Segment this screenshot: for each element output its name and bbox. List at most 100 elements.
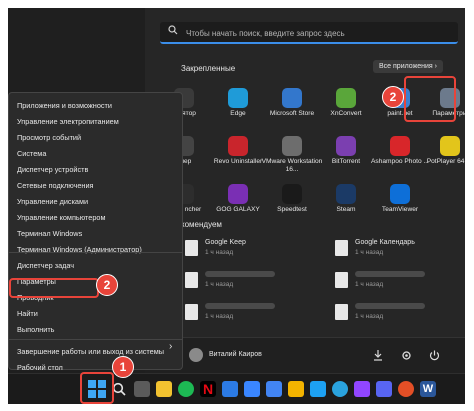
pinned-app[interactable]: Microsoft Store	[261, 88, 323, 118]
recommended-item[interactable]: 1 ч назад	[185, 270, 325, 296]
onedrive-icon[interactable]	[222, 381, 238, 397]
pinned-app-label: Speedtest	[277, 206, 307, 213]
todo-icon[interactable]	[244, 381, 260, 397]
menu-divider	[9, 339, 182, 340]
pinned-app[interactable]: Revo Uninstaller	[207, 136, 269, 166]
pinned-app-label: XnConvert	[330, 110, 362, 117]
document-icon	[185, 240, 198, 256]
pinned-title: Закрепленные	[181, 64, 236, 73]
vmware-icon	[282, 136, 302, 156]
pinned-app[interactable]: Edge	[207, 88, 269, 118]
twitter-icon[interactable]	[310, 381, 326, 397]
pinned-app-label: Steam	[336, 206, 356, 213]
recommended-item[interactable]: 1 ч назад	[335, 302, 465, 328]
power-menu-item[interactable]: Терминал Windows	[15, 227, 179, 241]
power-menu-item[interactable]: Терминал Windows (Администратор)	[15, 243, 179, 257]
power-menu-item[interactable]: Сетевые подключения	[15, 179, 179, 193]
start-button-highlight	[80, 372, 114, 404]
gear-icon[interactable]	[401, 350, 412, 361]
task-view-icon[interactable]	[134, 381, 150, 397]
desktop-screen: Закрепленные Все приложения › куляторEdg…	[8, 8, 465, 404]
power-menu-item[interactable]: Управление компьютером	[15, 211, 179, 225]
submenu-arrow-icon: ›	[169, 341, 173, 352]
spotify-icon[interactable]	[178, 381, 194, 397]
chrome-icon[interactable]	[266, 381, 282, 397]
blurred-file-name	[205, 271, 275, 277]
recommended-item-time: 1 ч назад	[355, 249, 384, 256]
xnconvert-icon	[336, 88, 356, 108]
recommended-item[interactable]: 1 ч назад	[335, 270, 465, 296]
recommended-item[interactable]: 1 ч назад	[185, 302, 325, 328]
step-badge-1: 1	[112, 356, 134, 378]
user-avatar[interactable]	[189, 348, 203, 362]
start-menu: Закрепленные Все приложения › куляторEdg…	[145, 8, 465, 374]
netflix-icon[interactable]: N	[200, 381, 216, 397]
keep-icon[interactable]	[288, 381, 304, 397]
power-menu-item[interactable]: Приложения и возможности	[15, 99, 179, 113]
power-menu-item[interactable]: Диспетчер задач	[15, 259, 179, 273]
search-box[interactable]	[160, 22, 458, 44]
blurred-file-name	[355, 303, 425, 309]
pinned-app[interactable]: XnConvert	[315, 88, 377, 118]
speedtest-icon	[282, 184, 302, 204]
telegram-icon[interactable]	[332, 381, 348, 397]
edge-icon	[228, 88, 248, 108]
teamviewer-icon	[390, 184, 410, 204]
power-menu-item[interactable]: Управление дисками	[15, 195, 179, 209]
pinned-app[interactable]: BitTorrent	[315, 136, 377, 166]
pinned-app[interactable]: PotPlayer 64 bit	[419, 136, 465, 166]
taskbar: N W	[8, 373, 465, 404]
app-icon[interactable]	[376, 381, 392, 397]
pinned-app-label: BitTorrent	[331, 158, 361, 165]
bittorrent-icon	[336, 136, 356, 156]
document-icon	[185, 304, 198, 320]
power-menu-item[interactable]: Система	[15, 147, 179, 161]
steam-icon	[336, 184, 356, 204]
settings-tile-highlight	[404, 76, 456, 122]
recommended-item-time: 1 ч назад	[355, 313, 384, 320]
power-menu-item[interactable]: Завершение работы или выход из системы	[15, 345, 179, 359]
document-icon	[335, 272, 348, 288]
blurred-file-name	[355, 271, 425, 277]
power-menu-item[interactable]: Просмотр событий	[15, 131, 179, 145]
pinned-app[interactable]: Steam	[315, 184, 377, 214]
store-icon	[282, 88, 302, 108]
search-icon	[168, 25, 178, 35]
explorer-icon[interactable]	[156, 381, 172, 397]
step-badge-2: 2	[382, 86, 404, 108]
search-input[interactable]	[184, 24, 458, 42]
app-icon[interactable]	[354, 381, 370, 397]
power-menu-item[interactable]: Диспетчер устройств	[15, 163, 179, 177]
potplayer-icon	[440, 136, 460, 156]
document-icon	[335, 304, 348, 320]
start-footer: Виталий Каиров	[145, 337, 465, 374]
pinned-app[interactable]: GOG GALAXY	[207, 184, 269, 214]
power-menu-item[interactable]: Управление электропитанием	[15, 115, 179, 129]
download-icon[interactable]	[373, 350, 383, 361]
power-menu-item[interactable]: Выполнить	[15, 323, 179, 337]
recommended-item[interactable]: Google Keep 1 ч назад	[185, 238, 325, 264]
pinned-app-label: VMware Workstation 16...	[261, 158, 323, 173]
recommended-item-time: 1 ч назад	[355, 281, 384, 288]
recommended-item-time: 1 ч назад	[205, 249, 234, 256]
word-icon[interactable]: W	[420, 381, 436, 397]
document-icon	[185, 272, 198, 288]
user-name[interactable]: Виталий Каиров	[209, 351, 262, 358]
pinned-app-label: GOG GALAXY	[216, 206, 260, 213]
pinned-app-label: Revo Uninstaller	[213, 158, 263, 165]
app-icon[interactable]	[398, 381, 414, 397]
search-icon[interactable]	[112, 382, 126, 396]
menu-divider	[9, 252, 182, 253]
power-icon[interactable]	[429, 350, 440, 361]
pinned-app-label: Edge	[230, 110, 246, 117]
pinned-app-label: TeamViewer	[381, 206, 419, 213]
pinned-app[interactable]: VMware Workstation 16...	[261, 136, 323, 174]
recommended-item-name: Google Календарь	[355, 239, 415, 246]
power-menu-item[interactable]: Найти	[15, 307, 179, 321]
recommended-title: комендуем	[181, 220, 222, 229]
recommended-item[interactable]: Google Календарь 1 ч назад	[335, 238, 465, 264]
all-apps-button[interactable]: Все приложения ›	[373, 60, 443, 73]
pinned-app[interactable]: Speedtest	[261, 184, 323, 214]
pinned-app[interactable]: TeamViewer	[369, 184, 431, 214]
pinned-app-label: Microsoft Store	[269, 110, 315, 117]
